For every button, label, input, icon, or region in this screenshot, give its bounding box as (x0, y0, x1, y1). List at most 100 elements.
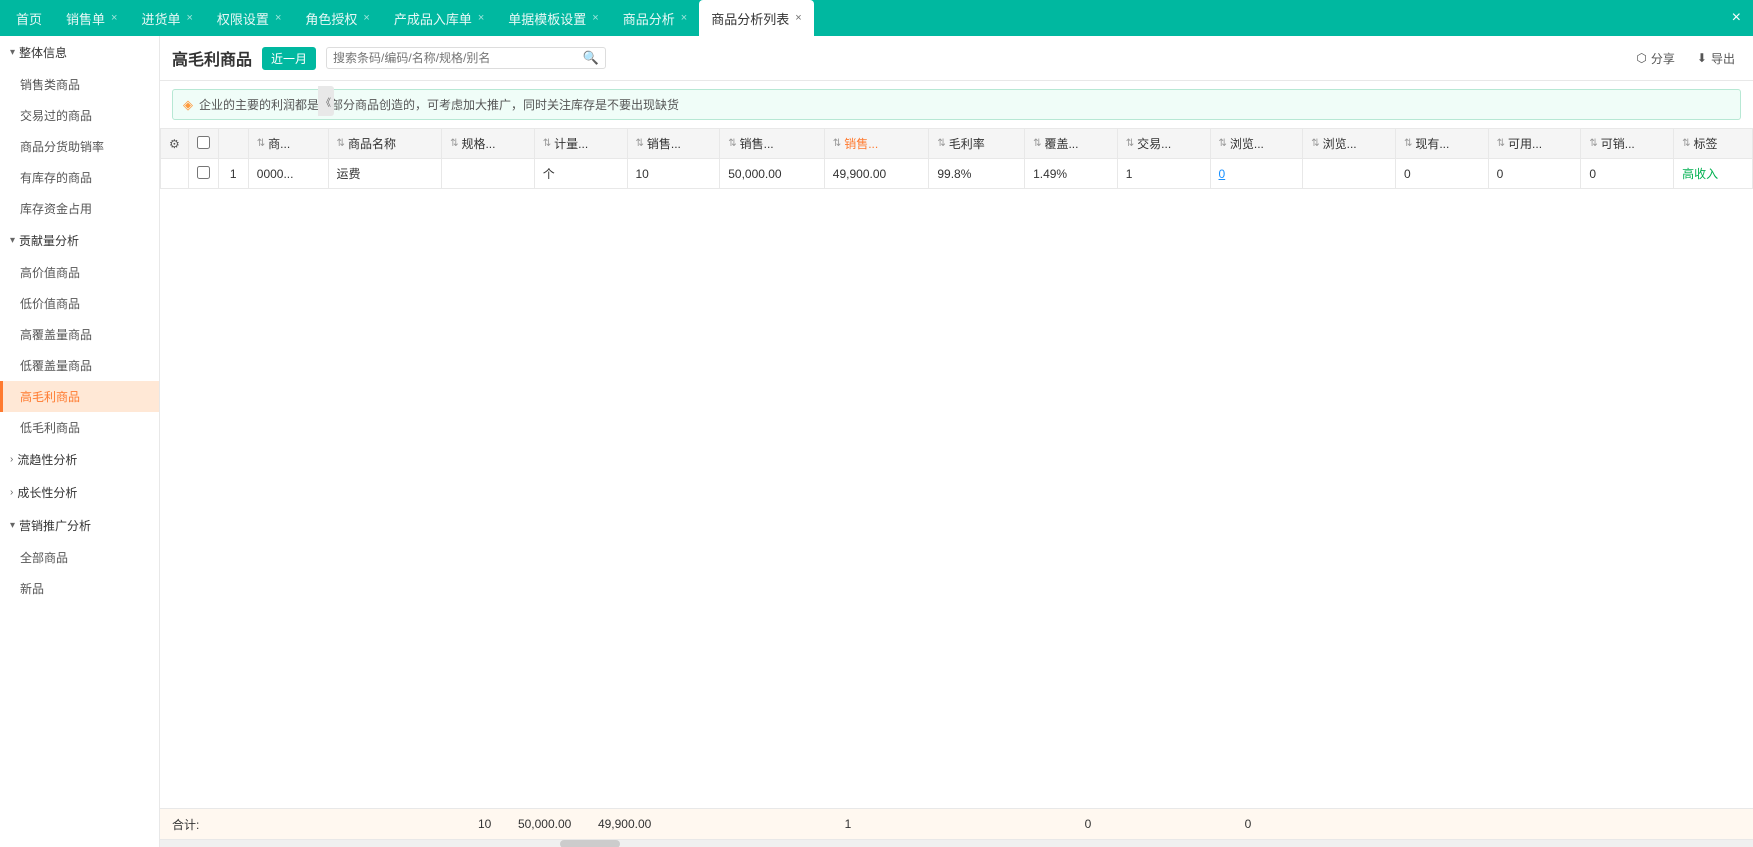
tab-home[interactable]: 首页 (4, 0, 54, 36)
close-tab-sales[interactable]: × (111, 12, 117, 24)
arrow-icon: › (10, 487, 13, 498)
col-sku-code: ⇅ 商... (248, 129, 328, 159)
sort-icon[interactable]: ⇅ (1497, 138, 1505, 149)
sidebar-item-low-margin[interactable]: 低毛利商品 (0, 412, 159, 443)
sort-icon[interactable]: ⇅ (543, 138, 551, 149)
sort-icon[interactable]: ⇅ (257, 138, 265, 149)
search-icon[interactable]: 🔍 (583, 50, 599, 66)
sidebar-item-high-margin[interactable]: 高毛利商品 (0, 381, 159, 412)
sort-icon[interactable]: ⇅ (1589, 138, 1597, 149)
cell-view1[interactable]: 0 (1210, 159, 1303, 189)
sidebar-item-new-goods[interactable]: 新品 (0, 573, 159, 604)
tab-sales[interactable]: 销售单 × (54, 0, 129, 36)
sort-icon[interactable]: ⇅ (1682, 138, 1690, 149)
row-checkbox[interactable] (197, 166, 210, 179)
table-wrapper[interactable]: ⚙ ⇅ 商... (160, 128, 1753, 808)
sidebar-group-contribution[interactable]: ▾ 贡献量分析 (0, 224, 159, 257)
tab-template[interactable]: 单据模板设置 × (496, 0, 610, 36)
sidebar-group-overview[interactable]: ▾ 整体信息 (0, 36, 159, 69)
close-all-tabs[interactable]: × (1724, 9, 1749, 27)
select-all-checkbox[interactable] (197, 136, 210, 149)
filter-recent-month[interactable]: 近一月 (262, 47, 316, 70)
tab-analysis[interactable]: 商品分析 × (611, 0, 699, 36)
cell-stock-avail: 0 (1488, 159, 1581, 189)
search-input[interactable] (333, 51, 583, 65)
sidebar-item-low-coverage[interactable]: 低覆盖量商品 (0, 350, 159, 381)
share-button[interactable]: ⬡ 分享 (1630, 47, 1681, 70)
close-tab-analysis[interactable]: × (681, 12, 687, 24)
sort-icon[interactable]: ⇅ (337, 138, 345, 149)
export-button[interactable]: ⬇ 导出 (1691, 47, 1741, 70)
col-trade-count: ⇅ 交易... (1117, 129, 1210, 159)
sort-icon[interactable]: ⇅ (636, 138, 644, 149)
close-tab-product-stock[interactable]: × (478, 12, 484, 24)
col-gross-rate: ⇅ 毛利率 (929, 129, 1025, 159)
sort-icon[interactable]: ⇅ (1404, 138, 1412, 149)
sidebar-item-distribution-rate[interactable]: 商品分货助销率 (0, 131, 159, 162)
sidebar-item-stock-goods[interactable]: 有库存的商品 (0, 162, 159, 193)
col-view2: ⇅ 浏览... (1303, 129, 1396, 159)
col-view1: ⇅ 浏览... (1210, 129, 1303, 159)
arrow-icon: ▾ (10, 520, 15, 531)
sidebar-item-low-value[interactable]: 低价值商品 (0, 288, 159, 319)
col-settings[interactable]: ⚙ (161, 129, 189, 159)
close-tab-permission[interactable]: × (275, 12, 281, 24)
sidebar-item-traded-goods[interactable]: 交易过的商品 (0, 100, 159, 131)
sort-icon[interactable]: ⇅ (728, 138, 736, 149)
tab-purchase[interactable]: 进货单 × (129, 0, 204, 36)
sidebar-group-growth[interactable]: › 成长性分析 (0, 476, 159, 509)
sort-icon[interactable]: ⇅ (1033, 138, 1041, 149)
horizontal-scrollbar[interactable] (160, 839, 1753, 847)
col-stock-avail: ⇅ 可用... (1488, 129, 1581, 159)
sort-icon[interactable]: ⇅ (450, 138, 458, 149)
content-header: 高毛利商品 近一月 🔍 ⬡ 分享 ⬇ 导出 (160, 36, 1753, 81)
main-layout: ▾ 整体信息 销售类商品 交易过的商品 商品分货助销率 有库存的商品 库存资金占… (0, 36, 1753, 847)
sort-icon[interactable]: ⇅ (1311, 138, 1319, 149)
arrow-icon: ▾ (10, 235, 15, 246)
sort-icon[interactable]: ⇅ (1126, 138, 1134, 149)
col-unit: ⇅ 计量... (534, 129, 627, 159)
cell-num: 1 (218, 159, 248, 189)
footer-spacer2 (859, 815, 1019, 833)
footer-sales-cost: 49,900.00 (579, 815, 659, 833)
col-sales-amount: ⇅ 销售... (720, 129, 825, 159)
export-icon: ⬇ (1697, 51, 1707, 65)
col-checkbox (188, 129, 218, 159)
sidebar: ▾ 整体信息 销售类商品 交易过的商品 商品分货助销率 有库存的商品 库存资金占… (0, 36, 160, 847)
sidebar-collapse-button[interactable]: 《 (318, 86, 334, 116)
sidebar-item-all-goods[interactable]: 全部商品 (0, 542, 159, 573)
footer-sales-qty-val: 10 (419, 815, 499, 833)
sort-icon[interactable]: ⇅ (937, 138, 945, 149)
sidebar-item-high-value[interactable]: 高价值商品 (0, 257, 159, 288)
cell-view2 (1303, 159, 1396, 189)
cell-sku-name: 运费 (328, 159, 442, 189)
sidebar-item-high-coverage[interactable]: 高覆盖量商品 (0, 319, 159, 350)
footer-stock-now: 0 (1019, 815, 1099, 833)
search-box: 🔍 (326, 47, 606, 69)
close-tab-template[interactable]: × (592, 12, 598, 24)
tab-permission[interactable]: 权限设置 × (205, 0, 293, 36)
sidebar-group-marketing[interactable]: ▾ 营销推广分析 (0, 509, 159, 542)
footer-spacer (659, 815, 779, 833)
close-tab-purchase[interactable]: × (186, 12, 192, 24)
sort-icon[interactable]: ⇅ (833, 138, 841, 149)
close-tab-analysis-list[interactable]: × (795, 12, 801, 24)
cell-cover-rate: 1.49% (1025, 159, 1118, 189)
col-sku-name: ⇅ 商品名称 (328, 129, 442, 159)
table-footer: 合计: 10 50,000.00 49,900.00 1 0 0 (160, 808, 1753, 839)
cell-sales-amount: 50,000.00 (720, 159, 825, 189)
sidebar-item-stock-capital[interactable]: 库存资金占用 (0, 193, 159, 224)
tab-role[interactable]: 角色授权 × (293, 0, 381, 36)
data-table: ⚙ ⇅ 商... (160, 128, 1753, 189)
sidebar-group-trend[interactable]: › 流趋性分析 (0, 443, 159, 476)
arrow-icon: › (10, 454, 13, 465)
col-spec: ⇅ 规格... (442, 129, 535, 159)
sidebar-item-sales-goods[interactable]: 销售类商品 (0, 69, 159, 100)
sort-icon[interactable]: ⇅ (1219, 138, 1227, 149)
tab-product-stock[interactable]: 产成品入库单 × (382, 0, 496, 36)
close-tab-role[interactable]: × (363, 12, 369, 24)
col-sales-cost: ⇅ 销售... (824, 129, 929, 159)
table-header-row: ⚙ ⇅ 商... (161, 129, 1753, 159)
footer-stock-sale: 0 (1179, 815, 1259, 833)
tab-analysis-list[interactable]: 商品分析列表 × (699, 0, 813, 36)
